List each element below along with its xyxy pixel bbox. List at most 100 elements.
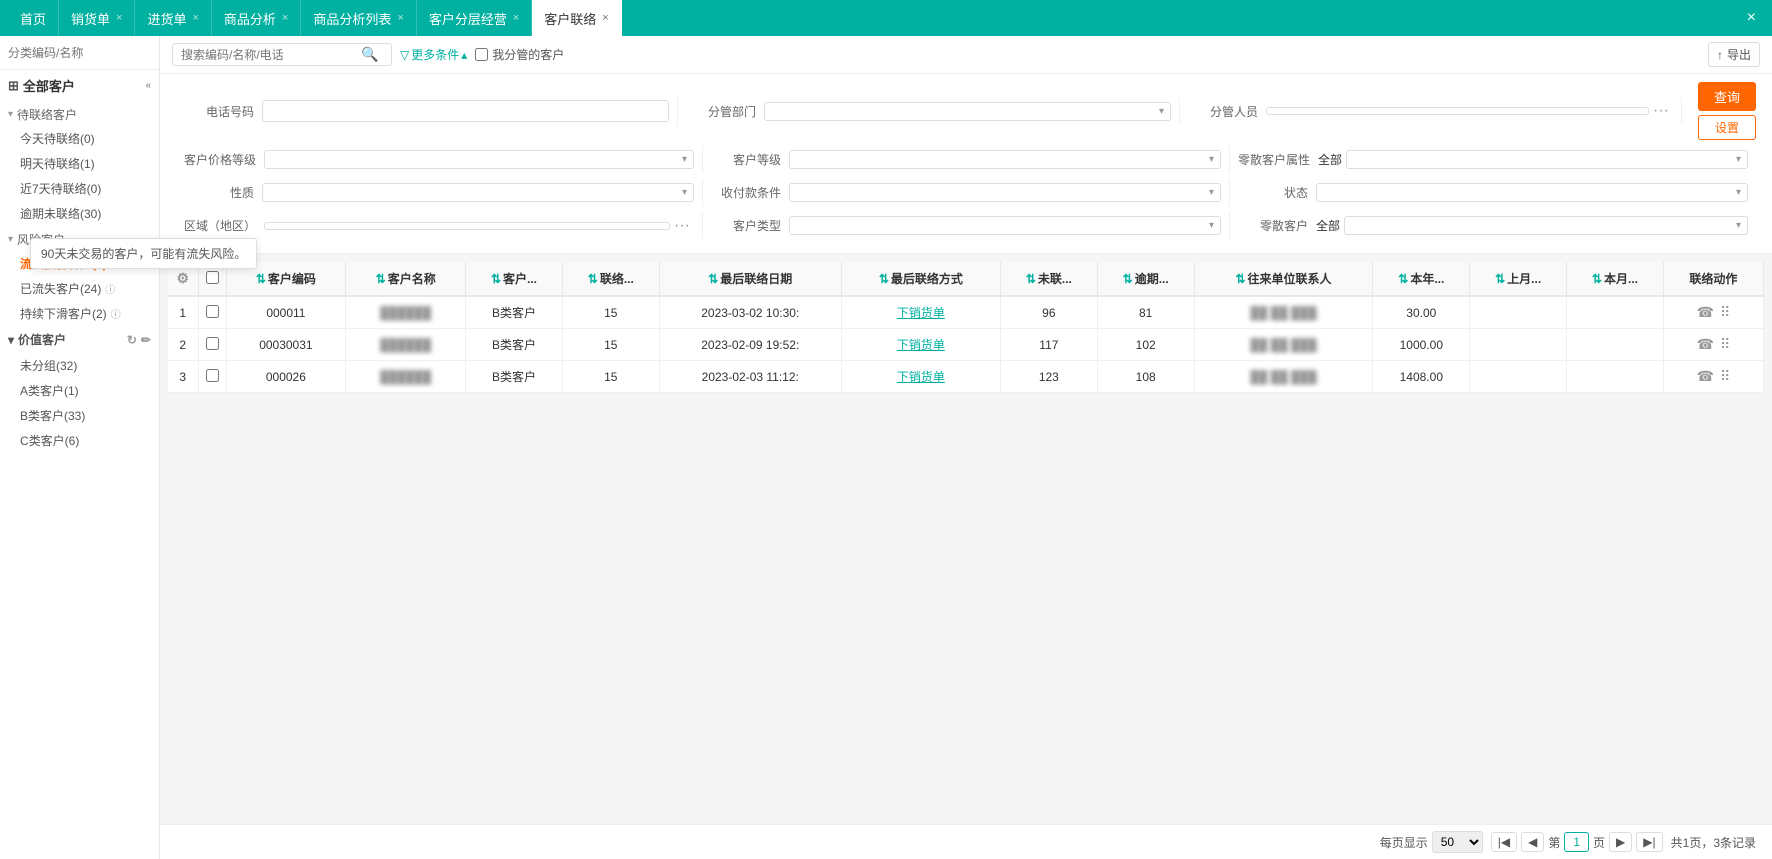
sidebar-group-pending[interactable]: ▾ 待联络客户 <box>0 101 159 126</box>
cell-contact-person: ██ ██ ███ <box>1194 296 1373 329</box>
close-all-tabs[interactable]: × <box>1739 9 1764 27</box>
area-more-icon[interactable]: ··· <box>670 217 694 235</box>
sidebar-item-7days-contact[interactable]: 近7天待联络(0) <box>0 176 159 201</box>
search-submit-icon[interactable]: 🔍 <box>361 46 378 63</box>
th-overdue: ⇅逾期... <box>1097 262 1194 296</box>
more-filter-btn[interactable]: ▽ 更多条件 ▴ <box>400 46 467 63</box>
tab-customer-tier[interactable]: 客户分层经营 × <box>417 0 532 36</box>
my-customer-checkbox[interactable] <box>475 48 488 61</box>
export-button[interactable]: ↑ 导出 <box>1708 42 1760 67</box>
chevron-down-icon-5: ▾ <box>682 187 687 198</box>
main-layout: 🔍 ⊞ 全部客户 « ▾ 待联络客户 今天待联络(0) 明天待联络(1) 近7天… <box>0 36 1772 859</box>
tab-home[interactable]: 首页 <box>8 0 59 36</box>
all-customers-header[interactable]: ⊞ 全部客户 « <box>0 70 159 101</box>
my-customer-checkbox-wrap[interactable]: 我分管的客户 <box>475 46 564 63</box>
cell-no: 2 <box>168 329 198 361</box>
chevron-down-icon-2: ▾ <box>682 154 687 165</box>
tab-close-contact[interactable]: × <box>602 12 608 24</box>
filter-panel: 电话号码 分管部门 ▾ 分管人员 ··· 查询 <box>160 74 1772 254</box>
data-table: ⚙ ⇅客户编码 ⇅客户名称 ⇅客户... <box>168 262 1764 393</box>
cell-no-contact: 96 <box>1000 296 1097 329</box>
first-page-btn[interactable]: |◀ <box>1491 832 1517 852</box>
sidebar-item-b-class[interactable]: B类客户(33) <box>0 403 159 428</box>
price-level-select[interactable]: ▾ <box>264 150 694 169</box>
filter-dept: 分管部门 ▾ <box>678 98 1180 125</box>
method-link[interactable]: 下销货单 <box>897 370 945 384</box>
export-icon: ↑ <box>1717 48 1723 62</box>
person-select[interactable] <box>1266 107 1649 115</box>
zero-customer-select[interactable]: ▾ <box>1344 216 1748 235</box>
dept-select[interactable]: ▾ <box>764 102 1171 121</box>
tab-sales-order[interactable]: 销货单 × <box>59 0 135 36</box>
arrow-down-icon: ▾ <box>8 109 13 120</box>
filter-customer-level: 客户等级 ▾ <box>703 146 1230 173</box>
payment-select[interactable]: ▾ <box>789 183 1221 202</box>
filter-payment: 收付款条件 ▾ <box>703 179 1230 206</box>
tab-close-analysis[interactable]: × <box>282 12 288 24</box>
more-action-icon[interactable]: ⠿ <box>1720 304 1730 321</box>
filter-area: 区域（地区） ··· <box>176 213 703 239</box>
last-page-btn[interactable]: ▶| <box>1636 832 1662 852</box>
tab-customer-contact[interactable]: 客户联络 × <box>532 0 621 36</box>
th-contact-person: ⇅往来单位联系人 <box>1194 262 1373 296</box>
sidebar-item-c-class[interactable]: C类客户(6) <box>0 428 159 453</box>
row-checkbox[interactable] <box>206 305 219 318</box>
cell-year-amount: 1408.00 <box>1373 361 1470 393</box>
customer-type-select[interactable]: ▾ <box>789 216 1221 235</box>
row-checkbox[interactable] <box>206 369 219 382</box>
select-all-checkbox[interactable] <box>206 271 219 284</box>
filter-nature: 性质 ▾ <box>176 179 703 206</box>
sidebar-item-today-contact[interactable]: 今天待联络(0) <box>0 126 159 151</box>
row-checkbox[interactable] <box>206 337 219 350</box>
tab-product-analysis[interactable]: 商品分析 × <box>212 0 301 36</box>
phone-input[interactable] <box>262 100 669 122</box>
tab-close-purchase[interactable]: × <box>192 12 198 24</box>
method-link[interactable]: 下销货单 <box>897 338 945 352</box>
sidebar-item-a-class[interactable]: A类客户(1) <box>0 378 159 403</box>
sidebar-item-declining[interactable]: 持续下滑客户(2) ⓘ <box>0 301 159 326</box>
nature-select[interactable]: ▾ <box>262 183 694 202</box>
chevron-down-icon: ▾ <box>1159 106 1164 117</box>
sidebar-item-tomorrow-contact[interactable]: 明天待联络(1) <box>0 151 159 176</box>
contact-action-icon[interactable]: ☎ <box>1697 304 1714 321</box>
next-page-btn[interactable]: ▶ <box>1609 832 1632 852</box>
sidebar-search-wrap: 🔍 <box>0 36 159 70</box>
more-action-icon[interactable]: ⠿ <box>1720 368 1730 385</box>
sidebar-item-overdue-contact[interactable]: 逾期未联络(30) <box>0 201 159 226</box>
query-button[interactable]: 查询 <box>1698 82 1756 111</box>
filter-phone: 电话号码 <box>176 96 678 126</box>
customer-level-select[interactable]: ▾ <box>789 150 1221 169</box>
column-settings-icon[interactable]: ⚙ <box>176 270 189 286</box>
tab-close-analysis-list[interactable]: × <box>397 12 403 24</box>
search-input[interactable] <box>181 48 361 62</box>
zero-attr-select[interactable]: ▾ <box>1346 150 1748 169</box>
th-this-month: ⇅本月... <box>1567 262 1664 296</box>
tab-product-analysis-list[interactable]: 商品分析列表 × <box>301 0 416 36</box>
status-select[interactable]: ▾ <box>1316 183 1748 202</box>
sidebar-item-churned[interactable]: 已流失客户(24) ⓘ <box>0 276 159 301</box>
area-select[interactable] <box>264 222 670 230</box>
contact-action-icon[interactable]: ☎ <box>1697 368 1714 385</box>
edit-icon[interactable]: ✏ <box>141 333 151 347</box>
prev-page-btn[interactable]: ◀ <box>1521 832 1544 852</box>
tab-close-tier[interactable]: × <box>513 12 519 24</box>
page-size-select[interactable]: 50 100 200 <box>1432 831 1483 853</box>
cell-contact-person: ██ ██ ███ <box>1194 361 1373 393</box>
tab-close-sales[interactable]: × <box>116 12 122 24</box>
th-last-method: ⇅最后联络方式 <box>841 262 1000 296</box>
sidebar-search-input[interactable] <box>8 46 160 60</box>
tab-purchase-order[interactable]: 进货单 × <box>135 0 211 36</box>
sidebar-group-value[interactable]: ▾ 价值客户 ↻ ✏ <box>0 326 159 353</box>
person-more-icon[interactable]: ··· <box>1649 102 1673 120</box>
more-action-icon[interactable]: ⠿ <box>1720 336 1730 353</box>
info-icon-3: ⓘ <box>111 306 121 321</box>
action-buttons: 查询 设置 <box>1698 82 1756 140</box>
cell-this-month <box>1567 296 1664 329</box>
setting-button[interactable]: 设置 <box>1698 115 1756 140</box>
chevron-down-icon-6: ▾ <box>1209 187 1214 198</box>
contact-action-icon[interactable]: ☎ <box>1697 336 1714 353</box>
refresh-icon[interactable]: ↻ <box>127 333 137 347</box>
method-link[interactable]: 下销货单 <box>897 306 945 320</box>
cell-last-date: 2023-02-09 19:52: <box>659 329 841 361</box>
sidebar-item-ungrouped[interactable]: 未分组(32) <box>0 353 159 378</box>
